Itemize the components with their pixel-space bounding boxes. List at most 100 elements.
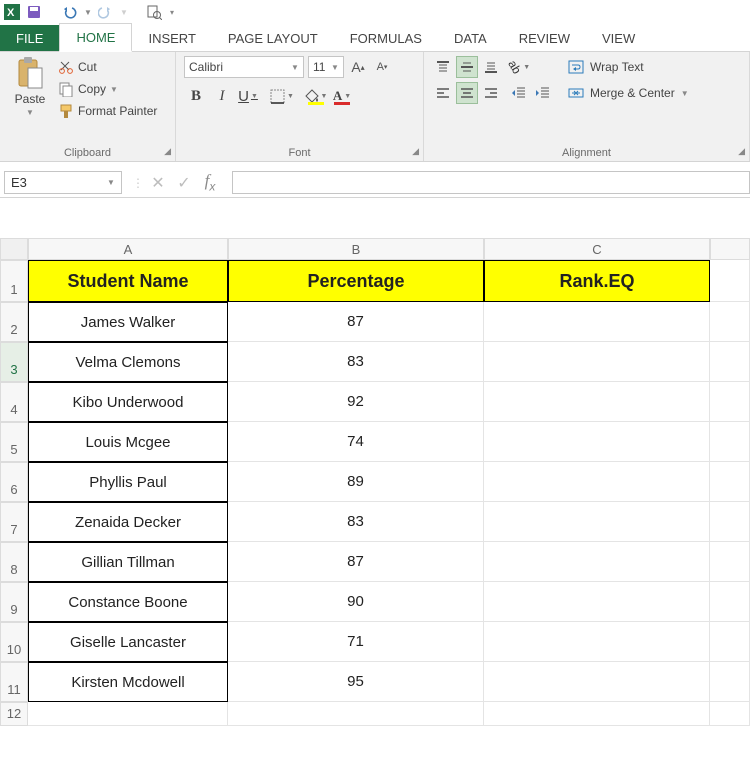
qat-customize-icon[interactable]: ▾ (168, 8, 176, 17)
cell[interactable] (710, 342, 750, 382)
cell[interactable] (484, 662, 710, 702)
cell[interactable] (484, 382, 710, 422)
cell[interactable] (710, 622, 750, 662)
cell[interactable] (484, 302, 710, 342)
align-center-icon[interactable] (456, 82, 478, 104)
cell[interactable] (710, 260, 750, 302)
merge-dropdown-icon[interactable]: ▼ (681, 89, 689, 98)
tab-file[interactable]: FILE (0, 25, 59, 51)
cell[interactable]: Kirsten Mcdowell (28, 662, 228, 702)
cell[interactable] (710, 422, 750, 462)
align-top-icon[interactable] (432, 56, 454, 78)
cell[interactable] (710, 302, 750, 342)
cell[interactable] (484, 462, 710, 502)
cell[interactable]: 92 (228, 382, 484, 422)
copy-dropdown-icon[interactable]: ▼ (110, 85, 118, 94)
row-header[interactable]: 1 (0, 260, 28, 302)
cell[interactable]: Zenaida Decker (28, 502, 228, 542)
font-name-combo[interactable]: Calibri▼ (184, 56, 304, 78)
cell[interactable]: 90 (228, 582, 484, 622)
align-bottom-icon[interactable] (480, 56, 502, 78)
row-header[interactable]: 12 (0, 702, 28, 726)
merge-center-button[interactable]: Merge & Center ▼ (568, 82, 689, 104)
tab-page-layout[interactable]: PAGE LAYOUT (212, 25, 334, 51)
tab-data[interactable]: DATA (438, 25, 503, 51)
cell[interactable] (484, 582, 710, 622)
tab-formulas[interactable]: FORMULAS (334, 25, 438, 51)
undo-dropdown-icon[interactable]: ▼ (84, 8, 92, 17)
paste-button[interactable]: Paste ▼ (8, 56, 52, 145)
italic-button[interactable]: I (210, 84, 234, 108)
clipboard-launcher-icon[interactable]: ◢ (164, 146, 171, 157)
wrap-text-button[interactable]: Wrap Text (568, 56, 689, 78)
align-middle-icon[interactable] (456, 56, 478, 78)
row-header[interactable]: 4 (0, 382, 28, 422)
cell[interactable] (484, 622, 710, 662)
fx-icon[interactable]: fx (198, 171, 222, 195)
print-preview-icon[interactable] (144, 2, 164, 22)
redo-icon[interactable] (96, 2, 116, 22)
spreadsheet-grid[interactable]: A B C 1 Student Name Percentage Rank.EQ … (0, 238, 750, 726)
bold-button[interactable]: B (184, 84, 208, 108)
cell[interactable] (228, 702, 484, 726)
redo-dropdown-icon[interactable]: ▼ (120, 8, 128, 17)
tab-view[interactable]: VIEW (586, 25, 651, 51)
cell[interactable] (484, 422, 710, 462)
row-header[interactable]: 11 (0, 662, 28, 702)
font-color-button[interactable]: A ▼ (330, 84, 354, 108)
cell[interactable]: Constance Boone (28, 582, 228, 622)
name-box-dropdown-icon[interactable]: ▼ (107, 178, 115, 187)
borders-button[interactable]: ▼ (270, 84, 294, 108)
align-left-icon[interactable] (432, 82, 454, 104)
cut-button[interactable]: Cut (58, 56, 157, 78)
cell[interactable]: Kibo Underwood (28, 382, 228, 422)
align-right-icon[interactable] (480, 82, 502, 104)
cell-c1[interactable]: Rank.EQ (484, 260, 710, 302)
grow-font-icon[interactable]: A▴ (348, 56, 368, 78)
alignment-launcher-icon[interactable]: ◢ (738, 146, 745, 157)
row-header[interactable]: 6 (0, 462, 28, 502)
paste-dropdown-icon[interactable]: ▼ (26, 108, 34, 117)
row-header[interactable]: 9 (0, 582, 28, 622)
row-header[interactable]: 3 (0, 342, 28, 382)
copy-button[interactable]: Copy ▼ (58, 78, 157, 100)
cell[interactable] (484, 342, 710, 382)
tab-home[interactable]: HOME (59, 23, 132, 52)
cell-b1[interactable]: Percentage (228, 260, 484, 302)
cell[interactable]: Velma Clemons (28, 342, 228, 382)
cell[interactable] (28, 702, 228, 726)
shrink-font-icon[interactable]: A▾ (372, 56, 392, 78)
fill-color-button[interactable]: ▼ (304, 84, 328, 108)
select-all-corner[interactable] (0, 238, 28, 260)
row-header[interactable]: 7 (0, 502, 28, 542)
cell[interactable]: Phyllis Paul (28, 462, 228, 502)
cell[interactable]: 83 (228, 342, 484, 382)
col-header-c[interactable]: C (484, 238, 710, 260)
cell[interactable] (710, 582, 750, 622)
row-header[interactable]: 5 (0, 422, 28, 462)
cell[interactable] (710, 382, 750, 422)
orientation-icon[interactable]: ab▼ (508, 56, 530, 78)
font-size-combo[interactable]: 11▼ (308, 56, 344, 78)
cell[interactable] (710, 662, 750, 702)
cancel-formula-icon[interactable]: ✕ (146, 171, 170, 195)
cell[interactable]: James Walker (28, 302, 228, 342)
cell[interactable] (484, 702, 710, 726)
cell[interactable]: Louis Mcgee (28, 422, 228, 462)
cell[interactable]: Giselle Lancaster (28, 622, 228, 662)
cell[interactable] (710, 502, 750, 542)
row-header[interactable]: 10 (0, 622, 28, 662)
col-header-a[interactable]: A (28, 238, 228, 260)
col-header-extra[interactable] (710, 238, 750, 260)
cell[interactable] (484, 502, 710, 542)
underline-button[interactable]: U▼ (236, 84, 260, 108)
tab-review[interactable]: REVIEW (503, 25, 586, 51)
cell[interactable]: 87 (228, 302, 484, 342)
cell[interactable] (710, 702, 750, 726)
decrease-indent-icon[interactable] (508, 82, 530, 104)
tab-insert[interactable]: INSERT (132, 25, 211, 51)
name-box[interactable]: E3 ▼ (4, 171, 122, 194)
cell[interactable]: Gillian Tillman (28, 542, 228, 582)
cell[interactable]: 74 (228, 422, 484, 462)
cell[interactable]: 89 (228, 462, 484, 502)
